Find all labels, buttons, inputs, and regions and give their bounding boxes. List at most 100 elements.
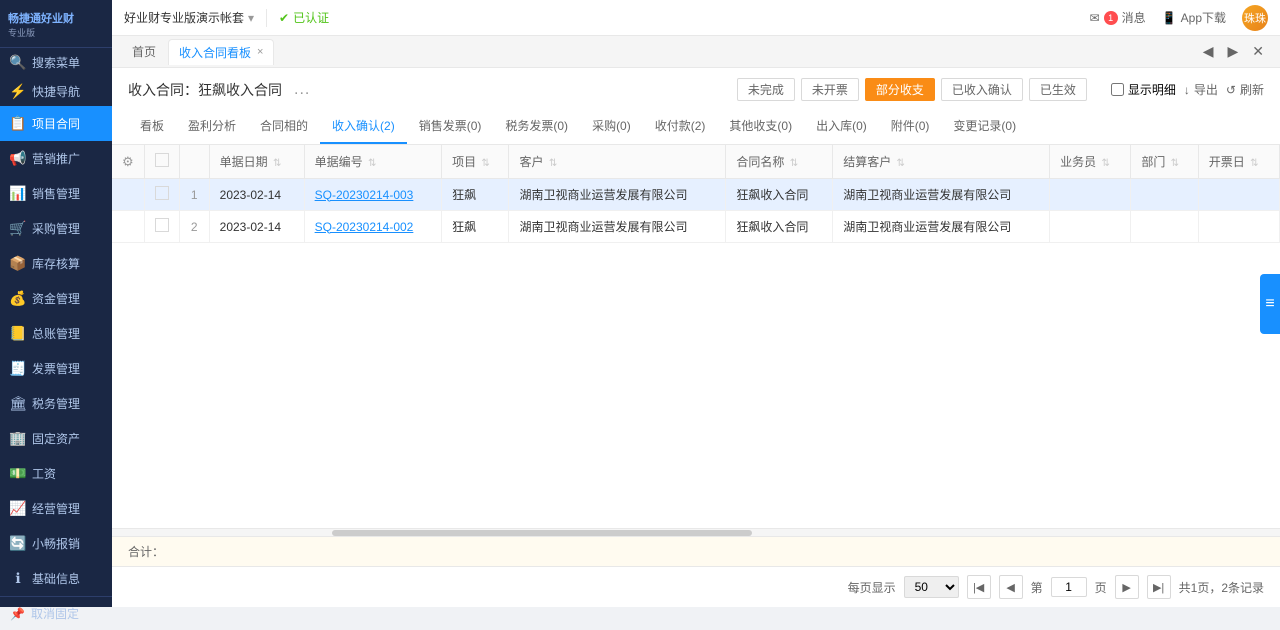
tab-next-button[interactable]: ▶ [1223,43,1242,60]
sort-open-date-icon: ⇅ [1250,158,1258,169]
row-checkbox[interactable] [155,218,169,232]
code-link[interactable]: SQ-20230214-002 [315,220,414,234]
sidebar-item-label: 库存核算 [32,255,80,272]
tab-income-confirm[interactable]: 收入确认(2) [320,109,407,144]
status-no-invoice[interactable]: 未开票 [801,78,859,101]
app-download-button[interactable]: 📱 App下载 [1162,9,1226,26]
sidebar-item-label: 基础信息 [32,570,80,587]
tab-prev-button[interactable]: ◀ [1199,43,1218,60]
cell-check[interactable] [144,211,179,243]
sidebar-item-quicknav[interactable]: ⚡ 快捷导航 [0,77,112,106]
sidebar-item-tax[interactable]: 🏛 税务管理 [0,386,112,421]
col-code[interactable]: 单据编号 ⇅ [304,145,441,179]
refresh-button[interactable]: ↺ 刷新 [1226,81,1264,98]
tab-income-contract[interactable]: 收入合同看板 × [168,39,274,65]
status-active[interactable]: 已生效 [1029,78,1087,101]
row-checkbox[interactable] [155,186,169,200]
sidebar-item-invoice[interactable]: 🧾 发票管理 [0,351,112,386]
tab-payment[interactable]: 收付款(2) [643,109,718,144]
code-link[interactable]: SQ-20230214-003 [315,188,414,202]
sidebar-item-salary[interactable]: 💵 工资 [0,456,112,491]
col-date[interactable]: 单据日期 ⇅ [209,145,304,179]
tab-other-income[interactable]: 其他收支(0) [717,109,804,144]
sidebar-item-assets[interactable]: 🏢 固定资产 [0,421,112,456]
table-row[interactable]: 1 2023-02-14 SQ-20230214-003 狂飙 湖南卫视商业运营… [112,179,1280,211]
cell-salesman [1050,179,1131,211]
cell-date: 2023-02-14 [209,211,304,243]
page-input[interactable] [1051,577,1087,597]
col-customer[interactable]: 客户 ⇅ [509,145,726,179]
col-contract[interactable]: 合同名称 ⇅ [726,145,833,179]
select-all-checkbox[interactable] [155,153,169,167]
last-page-button[interactable]: ▶| [1147,575,1171,599]
more-button[interactable]: ... [294,81,310,99]
export-button[interactable]: ↓ 导出 [1184,81,1218,98]
invoice-icon: 🧾 [10,361,26,377]
tab-close-button[interactable]: × [257,46,263,58]
sidebar-item-project-contract[interactable]: 📋 项目合同 [0,106,112,141]
tab-contract-related[interactable]: 合同相的 [248,109,320,144]
sidebar-item-search[interactable]: 🔍 搜索菜单 [0,48,112,77]
tab-profit-analysis[interactable]: 盈利分析 [176,109,248,144]
cell-check[interactable] [144,179,179,211]
sidebar-item-sales[interactable]: 📊 销售管理 [0,176,112,211]
col-department[interactable]: 部门 ⇅ [1131,145,1198,179]
status-incomplete[interactable]: 未完成 [737,78,795,101]
status-partial[interactable]: 部分收支 [865,78,935,101]
tab-attachments[interactable]: 附件(0) [879,109,942,144]
col-salesman[interactable]: 业务员 ⇅ [1050,145,1131,179]
sidebar-item-funds[interactable]: 💰 资金管理 [0,281,112,316]
cell-code[interactable]: SQ-20230214-003 [304,179,441,211]
content-area: 收入合同：狂飙收入合同 ... 未完成 未开票 部分收支 已收入确认 已生效 显… [112,68,1280,607]
tab-tax-invoice[interactable]: 税务发票(0) [493,109,580,144]
sidebar-item-label: 工资 [32,465,56,482]
col-open-date[interactable]: 开票日 ⇅ [1198,145,1279,179]
refresh-icon: ↺ [1226,83,1236,97]
content-header: 收入合同：狂飙收入合同 ... 未完成 未开票 部分收支 已收入确认 已生效 显… [112,68,1280,109]
message-button[interactable]: ✉ 1 消息 [1090,9,1146,26]
sidebar-item-expense[interactable]: 🔄 小畅报销 [0,526,112,561]
status-confirmed[interactable]: 已收入确认 [941,78,1023,101]
col-result-customer[interactable]: 结算客户 ⇅ [833,145,1050,179]
topbar: 好业财专业版演示帐套 ▾ ✔ 已认证 ✉ 1 消息 📱 App下载 珠珠 [112,0,1280,36]
sidebar-item-management[interactable]: 📈 经营管理 [0,491,112,526]
cell-code[interactable]: SQ-20230214-002 [304,211,441,243]
col-check[interactable] [144,145,179,179]
tab-purchase[interactable]: 采购(0) [580,109,643,144]
col-project[interactable]: 项目 ⇅ [442,145,509,179]
user-avatar[interactable]: 珠珠 [1242,5,1268,31]
tab-home[interactable]: 首页 [124,39,164,64]
next-page-button[interactable]: ▶ [1115,575,1139,599]
scrollbar-thumb[interactable] [332,530,752,536]
horizontal-scrollbar[interactable] [112,528,1280,536]
tab-sales-invoice[interactable]: 销售发票(0) [407,109,494,144]
tab-in-out-warehouse[interactable]: 出入库(0) [804,109,879,144]
show-detail-input[interactable] [1111,83,1124,96]
sidebar-item-basic-info[interactable]: ℹ 基础信息 [0,561,112,596]
first-page-button[interactable]: |◀ [967,575,991,599]
side-action-button[interactable]: ≡ [1260,274,1280,334]
sidebar-unpin-button[interactable]: 📌 取消固定 [0,596,112,630]
topbar-divider [266,9,267,27]
marketing-icon: 📢 [10,151,26,167]
quicknav-icon: ⚡ [10,84,26,100]
per-page-select[interactable]: 50 20 100 [904,576,959,598]
tab-change-records[interactable]: 变更记录(0) [941,109,1028,144]
sidebar-item-marketing[interactable]: 📢 营销推广 [0,141,112,176]
sidebar-item-ledger[interactable]: 📒 总账管理 [0,316,112,351]
sidebar-item-inventory[interactable]: 📦 库存核算 [0,246,112,281]
prev-page-button[interactable]: ◀ [999,575,1023,599]
cell-result-customer: 湖南卫视商业运营发展有限公司 [833,211,1050,243]
table-row[interactable]: 2 2023-02-14 SQ-20230214-002 狂飙 湖南卫视商业运营… [112,211,1280,243]
sidebar-item-purchase[interactable]: 🛒 采购管理 [0,211,112,246]
company-selector[interactable]: 好业财专业版演示帐套 ▾ [124,9,254,26]
topbar-right: ✉ 1 消息 📱 App下载 珠珠 [1090,5,1268,31]
tab-close-all-button[interactable]: ✕ [1248,43,1268,60]
tab-kanban[interactable]: 看板 [128,109,176,144]
settings-gear-icon[interactable]: ⚙ [122,154,134,169]
show-detail-checkbox[interactable]: 显示明细 [1111,81,1176,98]
sort-date-icon: ⇅ [273,158,281,169]
col-settings[interactable]: ⚙ [112,145,144,179]
tab-navigation: ◀ ▶ ✕ [1199,43,1268,60]
unpin-icon: 📌 [10,607,25,621]
